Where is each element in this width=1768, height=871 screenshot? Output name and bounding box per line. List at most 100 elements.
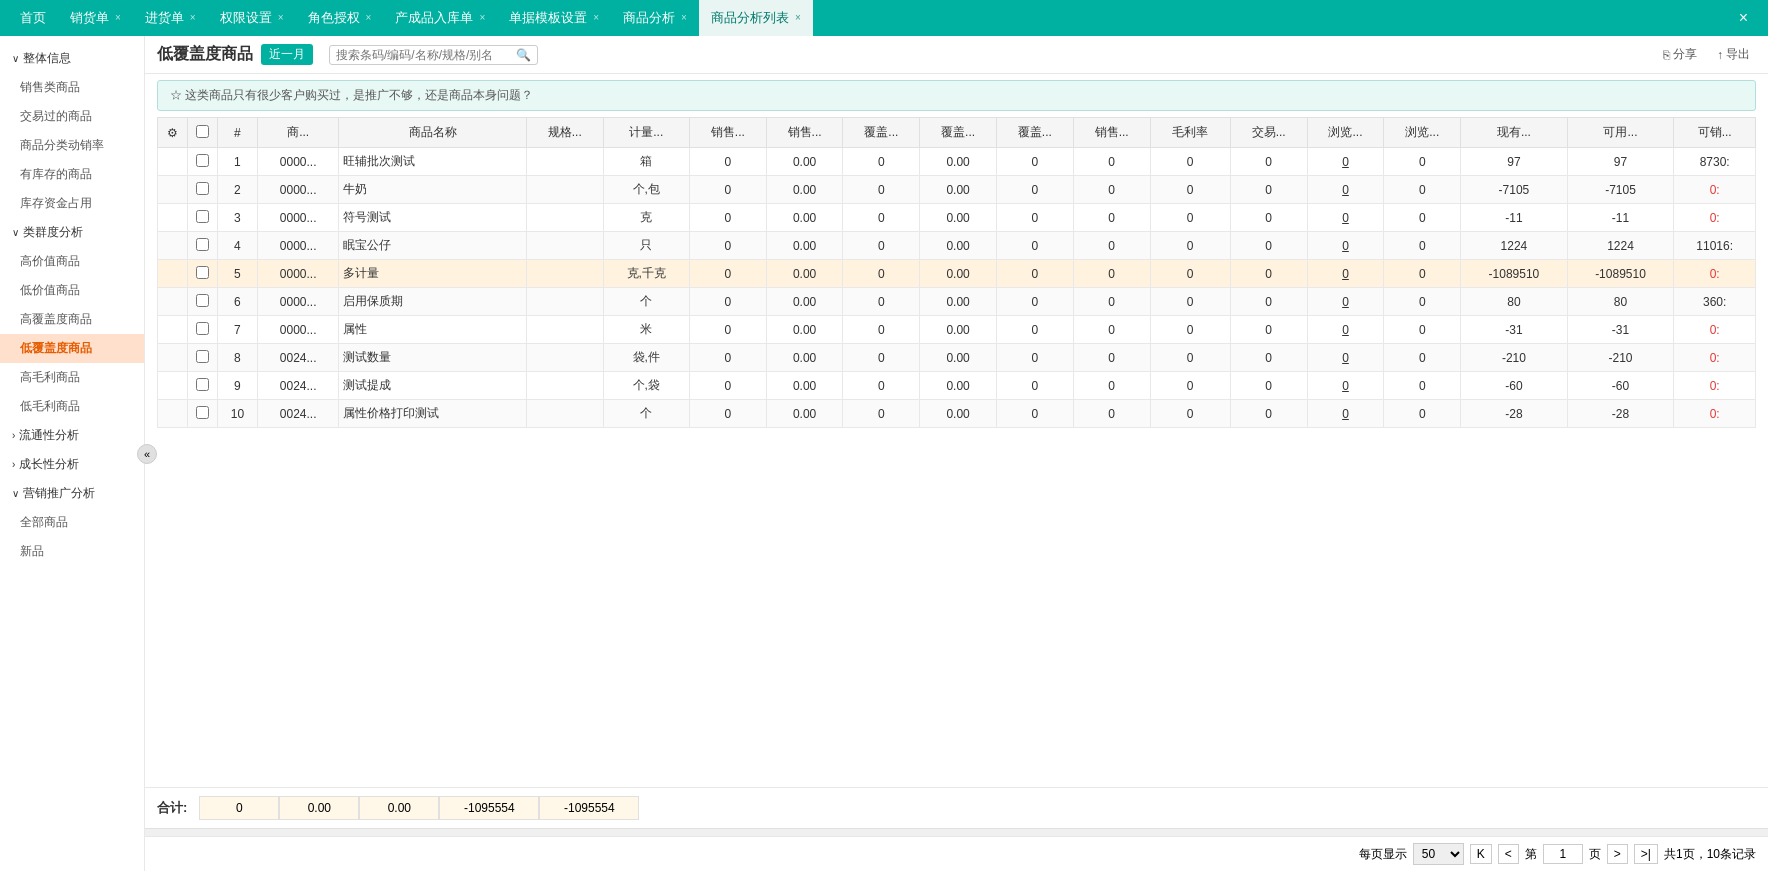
cell-view1[interactable]: 0	[1307, 260, 1384, 288]
nav-product-analysis-list[interactable]: 商品分析列表 ×	[699, 0, 813, 36]
cell-checkbox[interactable]	[188, 204, 218, 232]
nav-close-icon[interactable]: ×	[190, 0, 196, 36]
th-stock3[interactable]: 可销...	[1674, 118, 1756, 148]
nav-permission-settings[interactable]: 权限设置 ×	[208, 0, 296, 36]
sidebar-section-overall[interactable]: ∨ 整体信息	[0, 44, 144, 73]
cell-checkbox[interactable]	[188, 344, 218, 372]
th-sales-amt[interactable]: 销售...	[766, 118, 843, 148]
th-view1[interactable]: 浏览...	[1307, 118, 1384, 148]
sidebar-item-high-value[interactable]: 高价值商品	[0, 247, 144, 276]
sidebar-item-category-rate[interactable]: 商品分类动销率	[0, 131, 144, 160]
nav-sales-order[interactable]: 销货单 ×	[58, 0, 133, 36]
th-checkbox[interactable]	[188, 118, 218, 148]
nav-purchase-order[interactable]: 进货单 ×	[133, 0, 208, 36]
search-input[interactable]	[336, 48, 516, 62]
sidebar-item-traded-goods[interactable]: 交易过的商品	[0, 102, 144, 131]
period-button[interactable]: 近一月	[261, 44, 313, 65]
nav-close-icon[interactable]: ×	[278, 0, 284, 36]
sidebar-section-marketing[interactable]: ∨ 营销推广分析	[0, 479, 144, 508]
row-checkbox[interactable]	[196, 266, 209, 279]
th-stock2[interactable]: 可用...	[1567, 118, 1674, 148]
cell-view1[interactable]: 0	[1307, 232, 1384, 260]
cell-checkbox[interactable]	[188, 176, 218, 204]
cell-view1[interactable]: 0	[1307, 288, 1384, 316]
row-checkbox[interactable]	[196, 294, 209, 307]
row-checkbox[interactable]	[196, 350, 209, 363]
nav-close-icon[interactable]: ×	[115, 0, 121, 36]
select-all-checkbox[interactable]	[196, 125, 209, 138]
last-page-button[interactable]: >|	[1634, 844, 1658, 864]
nav-product-analysis[interactable]: 商品分析 ×	[611, 0, 699, 36]
cell-view1[interactable]: 0	[1307, 372, 1384, 400]
sidebar-item-high-margin[interactable]: 高毛利商品	[0, 363, 144, 392]
cell-checkbox[interactable]	[188, 260, 218, 288]
horizontal-scrollbar[interactable]	[145, 828, 1768, 836]
sidebar-item-all-goods[interactable]: 全部商品	[0, 508, 144, 537]
sidebar-item-new-goods[interactable]: 新品	[0, 537, 144, 566]
sidebar-section-circulation[interactable]: › 流通性分析	[0, 421, 144, 450]
prev-page-button[interactable]: <	[1498, 844, 1519, 864]
sidebar-item-high-coverage[interactable]: 高覆盖度商品	[0, 305, 144, 334]
row-checkbox[interactable]	[196, 154, 209, 167]
th-spec[interactable]: 规格...	[526, 118, 603, 148]
cell-checkbox[interactable]	[188, 400, 218, 428]
row-checkbox[interactable]	[196, 182, 209, 195]
th-unit[interactable]: 计量...	[603, 118, 689, 148]
page-size-select[interactable]: 50 100 200	[1413, 843, 1464, 865]
cell-checkbox[interactable]	[188, 316, 218, 344]
th-margin[interactable]: 毛利率	[1150, 118, 1230, 148]
row-checkbox[interactable]	[196, 210, 209, 223]
th-sales-qty[interactable]: 销售...	[689, 118, 766, 148]
th-stock1[interactable]: 现有...	[1461, 118, 1568, 148]
sidebar-item-sales-goods[interactable]: 销售类商品	[0, 73, 144, 102]
th-cover1[interactable]: 覆盖...	[843, 118, 920, 148]
nav-close-icon[interactable]: ×	[366, 0, 372, 36]
sidebar-item-low-coverage[interactable]: 低覆盖度商品	[0, 334, 144, 363]
row-checkbox[interactable]	[196, 238, 209, 251]
row-checkbox[interactable]	[196, 406, 209, 419]
cell-sales-amt: 0.00	[766, 204, 843, 232]
cell-checkbox[interactable]	[188, 288, 218, 316]
nav-close-icon[interactable]: ×	[593, 0, 599, 36]
nav-close-icon[interactable]: ×	[479, 0, 485, 36]
cell-view1[interactable]: 0	[1307, 344, 1384, 372]
row-checkbox[interactable]	[196, 322, 209, 335]
export-button[interactable]: ↑ 导出	[1711, 44, 1756, 65]
first-page-button[interactable]: K	[1470, 844, 1492, 864]
next-page-button[interactable]: >	[1607, 844, 1628, 864]
cell-checkbox[interactable]	[188, 232, 218, 260]
th-cover3[interactable]: 覆盖...	[996, 118, 1073, 148]
sidebar-collapse-button[interactable]: «	[137, 444, 157, 464]
nav-close-icon[interactable]: ×	[795, 0, 801, 36]
cell-view1[interactable]: 0	[1307, 400, 1384, 428]
cell-view1[interactable]: 0	[1307, 148, 1384, 176]
sidebar-item-stocked-goods[interactable]: 有库存的商品	[0, 160, 144, 189]
nav-close-icon[interactable]: ×	[681, 0, 687, 36]
sidebar-item-stock-capital[interactable]: 库存资金占用	[0, 189, 144, 218]
th-settings[interactable]: ⚙	[158, 118, 188, 148]
window-close-button[interactable]: ×	[1727, 9, 1760, 27]
cell-checkbox[interactable]	[188, 372, 218, 400]
th-trade[interactable]: 交易...	[1230, 118, 1307, 148]
nav-template-settings[interactable]: 单据模板设置 ×	[497, 0, 611, 36]
th-name[interactable]: 商品名称	[339, 118, 526, 148]
row-checkbox[interactable]	[196, 378, 209, 391]
nav-role-auth[interactable]: 角色授权 ×	[296, 0, 384, 36]
nav-finished-goods[interactable]: 产成品入库单 ×	[383, 0, 497, 36]
th-code[interactable]: 商...	[257, 118, 339, 148]
sidebar-section-cluster[interactable]: ∨ 类群度分析	[0, 218, 144, 247]
cell-view1[interactable]: 0	[1307, 316, 1384, 344]
th-view2[interactable]: 浏览...	[1384, 118, 1461, 148]
cell-view1[interactable]: 0	[1307, 204, 1384, 232]
sidebar-item-low-value[interactable]: 低价值商品	[0, 276, 144, 305]
nav-home[interactable]: 首页	[8, 0, 58, 36]
th-sales2[interactable]: 销售...	[1073, 118, 1150, 148]
share-button[interactable]: ⎘ 分享	[1657, 44, 1703, 65]
cell-checkbox[interactable]	[188, 148, 218, 176]
th-cover2[interactable]: 覆盖...	[920, 118, 997, 148]
current-page-input[interactable]	[1543, 844, 1583, 864]
search-icon[interactable]: 🔍	[516, 48, 531, 62]
sidebar-section-growth[interactable]: › 成长性分析	[0, 450, 144, 479]
cell-view1[interactable]: 0	[1307, 176, 1384, 204]
sidebar-item-low-margin[interactable]: 低毛利商品	[0, 392, 144, 421]
